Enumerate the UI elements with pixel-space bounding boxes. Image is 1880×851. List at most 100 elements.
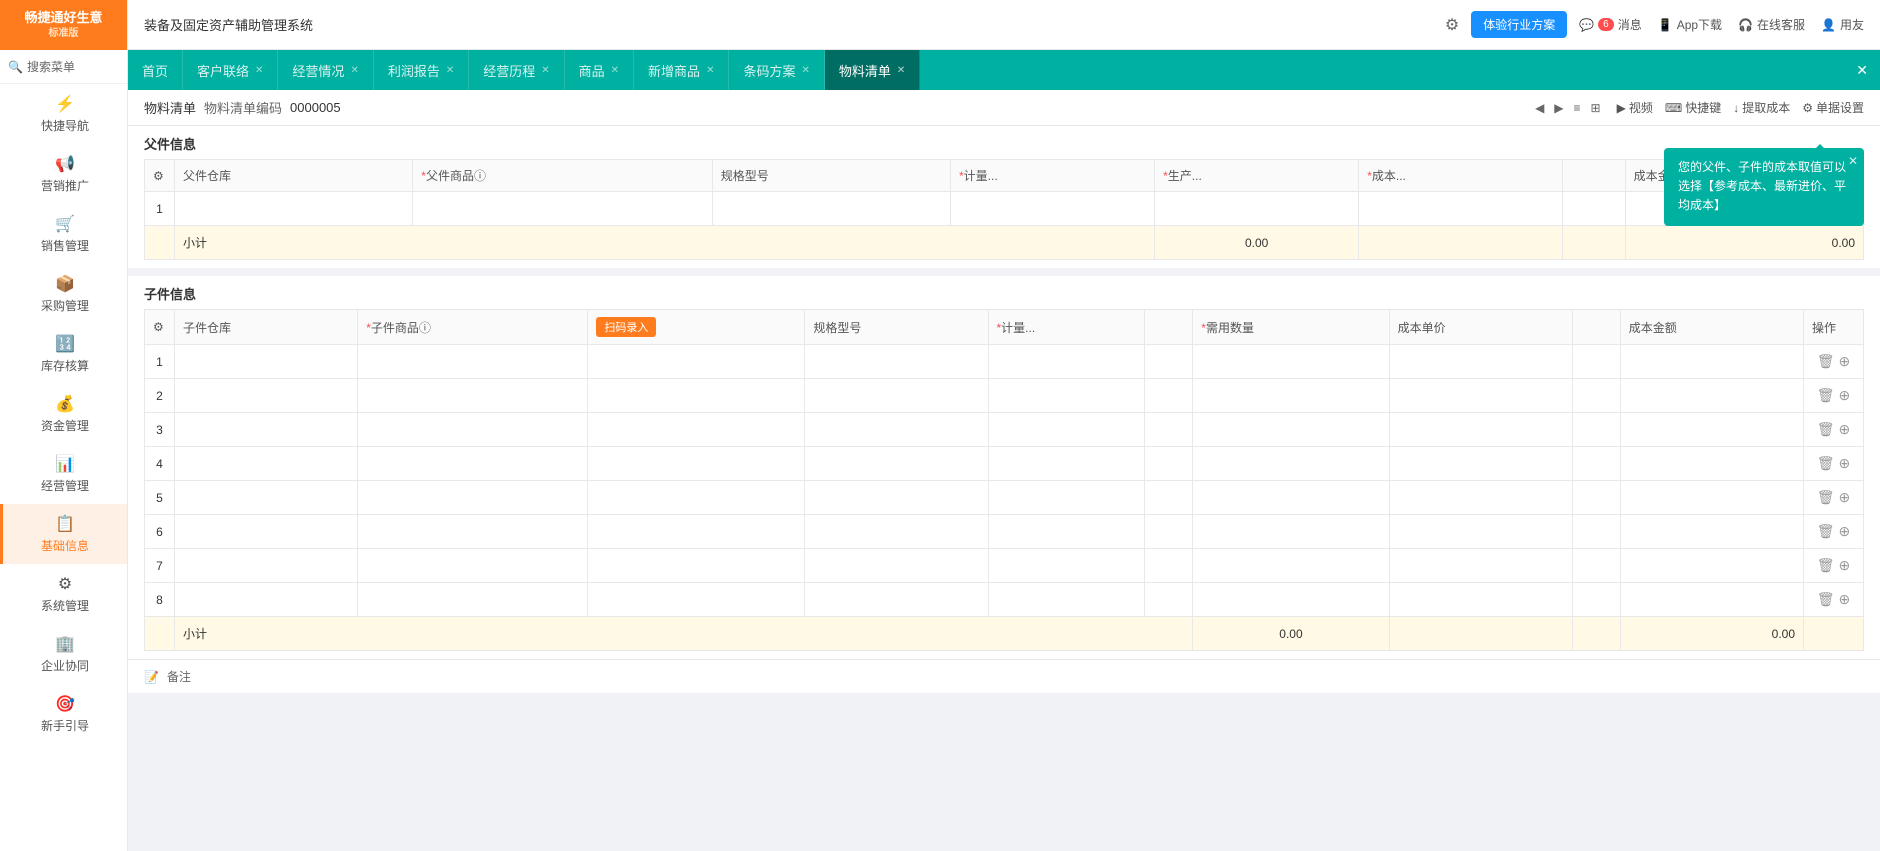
nav-tab-bom[interactable]: 物料清单✕ — [825, 50, 920, 90]
child-row-4-warehouse[interactable] — [175, 447, 358, 481]
parent-col-settings[interactable]: ⚙ — [145, 160, 175, 192]
tab-close-bom[interactable]: ✕ — [897, 65, 905, 76]
child-row-5-goods[interactable] — [358, 481, 588, 515]
sidebar-item-basic-info[interactable]: 📋基础信息 — [0, 504, 127, 564]
sidebar-search[interactable]: 🔍 搜索菜单 — [0, 50, 127, 84]
online-service-button[interactable]: 🎧 在线客服 — [1738, 16, 1805, 33]
parent-row-1-warehouse[interactable] — [175, 192, 413, 226]
child-row-4-unit[interactable] — [988, 447, 1145, 481]
child-row-3-goods[interactable] — [358, 413, 588, 447]
nav-tab-home[interactable]: 首页 — [128, 50, 183, 90]
view-button[interactable]: ▶ 视频 — [1617, 99, 1653, 116]
child-row-2-warehouse[interactable] — [175, 379, 358, 413]
copy-icon-4[interactable]: ⊕ — [1839, 455, 1851, 472]
child-col-settings[interactable]: ⚙ — [145, 310, 175, 345]
sidebar-item-quick-nav[interactable]: ⚡快捷导航 — [0, 84, 127, 144]
nav-tab-customer[interactable]: 客户联络✕ — [183, 50, 278, 90]
child-row-2-goods[interactable] — [358, 379, 588, 413]
child-row-3-unit[interactable] — [988, 413, 1145, 447]
delete-icon-6[interactable]: 🗑 — [1817, 523, 1835, 540]
child-row-8-goods[interactable] — [358, 583, 588, 617]
nav-tab-profit-report[interactable]: 利润报告✕ — [374, 50, 469, 90]
child-row-3-spec[interactable] — [805, 413, 988, 447]
delete-icon-7[interactable]: 🗑 — [1817, 557, 1835, 574]
child-row-8-spec[interactable] — [805, 583, 988, 617]
child-row-1-warehouse[interactable] — [175, 345, 358, 379]
nav-tab-goods[interactable]: 商品✕ — [565, 50, 634, 90]
sidebar-item-newbie[interactable]: 🎯新手引导 — [0, 684, 127, 744]
tooltip-close-button[interactable]: ✕ — [1848, 152, 1858, 171]
tab-close-barcode[interactable]: ✕ — [801, 65, 809, 76]
child-row-4-goods[interactable] — [358, 447, 588, 481]
child-row-6-warehouse[interactable] — [175, 515, 358, 549]
copy-icon-6[interactable]: ⊕ — [1839, 523, 1851, 540]
child-row-1-unit[interactable] — [988, 345, 1145, 379]
delete-icon-8[interactable]: 🗑 — [1817, 591, 1835, 608]
child-row-8-qty[interactable] — [1193, 583, 1389, 617]
child-row-1-qty[interactable] — [1193, 345, 1389, 379]
parent-row-1-cost[interactable] — [1359, 192, 1563, 226]
delete-icon-2[interactable]: 🗑 — [1817, 387, 1835, 404]
expand-icon[interactable]: ⊞ — [1587, 99, 1605, 117]
copy-icon-8[interactable]: ⊕ — [1839, 591, 1851, 608]
child-row-6-qty[interactable] — [1193, 515, 1389, 549]
child-row-4-unit-cost[interactable] — [1389, 447, 1572, 481]
child-row-7-unit[interactable] — [988, 549, 1145, 583]
child-row-4-spec[interactable] — [805, 447, 988, 481]
child-row-5-warehouse[interactable] — [175, 481, 358, 515]
parent-row-1-unit[interactable] — [951, 192, 1155, 226]
child-row-6-unit-cost[interactable] — [1389, 515, 1572, 549]
user-button[interactable]: 👤 用友 — [1821, 16, 1864, 33]
child-row-2-spec[interactable] — [805, 379, 988, 413]
tab-close-operation-history[interactable]: ✕ — [541, 65, 549, 76]
nav-tab-new-goods[interactable]: 新增商品✕ — [634, 50, 729, 90]
child-row-5-qty[interactable] — [1193, 481, 1389, 515]
child-row-7-qty[interactable] — [1193, 549, 1389, 583]
child-row-1-goods[interactable] — [358, 345, 588, 379]
message-button[interactable]: 💬 6 消息 — [1579, 16, 1642, 33]
grid-icon[interactable]: ≡ — [1570, 99, 1585, 117]
child-col-scan[interactable]: 扫码录入 — [588, 310, 805, 345]
child-row-7-goods[interactable] — [358, 549, 588, 583]
shortcut-button[interactable]: ⌨ 快捷键 — [1665, 99, 1721, 116]
copy-icon-7[interactable]: ⊕ — [1839, 557, 1851, 574]
child-row-5-unit[interactable] — [988, 481, 1145, 515]
copy-icon-3[interactable]: ⊕ — [1839, 421, 1851, 438]
child-row-1-spec[interactable] — [805, 345, 988, 379]
nav-tab-operation-status[interactable]: 经营情况✕ — [278, 50, 373, 90]
child-row-4-qty[interactable] — [1193, 447, 1389, 481]
child-row-8-warehouse[interactable] — [175, 583, 358, 617]
copy-icon-1[interactable]: ⊕ — [1839, 353, 1851, 370]
settings-icon[interactable]: ⚙ — [1445, 15, 1459, 35]
tab-close-customer[interactable]: ✕ — [255, 65, 263, 76]
parent-row-1-goods[interactable] — [413, 192, 712, 226]
child-row-8-unit-cost[interactable] — [1389, 583, 1572, 617]
child-row-2-unit-cost[interactable] — [1389, 379, 1572, 413]
nav-tab-barcode[interactable]: 条码方案✕ — [729, 50, 824, 90]
child-row-5-unit-cost[interactable] — [1389, 481, 1572, 515]
child-row-3-warehouse[interactable] — [175, 413, 358, 447]
copy-icon-5[interactable]: ⊕ — [1839, 489, 1851, 506]
child-row-6-unit[interactable] — [988, 515, 1145, 549]
delete-icon-1[interactable]: 🗑 — [1817, 353, 1835, 370]
child-row-1-unit-cost[interactable] — [1389, 345, 1572, 379]
scan-button[interactable]: 扫码录入 — [596, 317, 656, 337]
parent-row-1-spec[interactable] — [712, 192, 950, 226]
child-row-2-unit[interactable] — [988, 379, 1145, 413]
sidebar-item-marketing[interactable]: 📢营销推广 — [0, 144, 127, 204]
sidebar-item-inventory[interactable]: 🔢库存核算 — [0, 324, 127, 384]
child-row-3-qty[interactable] — [1193, 413, 1389, 447]
app-download-button[interactable]: 📱 App下载 — [1658, 16, 1722, 33]
global-close-button[interactable]: ✕ — [1844, 62, 1880, 79]
delete-icon-5[interactable]: 🗑 — [1817, 489, 1835, 506]
extract-cost-button[interactable]: ↓ 提取成本 — [1733, 99, 1790, 116]
sidebar-item-sales[interactable]: 🛒销售管理 — [0, 204, 127, 264]
sidebar-item-enterprise[interactable]: 🏢企业协同 — [0, 624, 127, 684]
sidebar-item-purchase[interactable]: 📦采购管理 — [0, 264, 127, 324]
tab-close-new-goods[interactable]: ✕ — [706, 65, 714, 76]
child-row-5-spec[interactable] — [805, 481, 988, 515]
child-row-6-spec[interactable] — [805, 515, 988, 549]
delete-icon-3[interactable]: 🗑 — [1817, 421, 1835, 438]
parent-row-1-produce[interactable] — [1155, 192, 1359, 226]
child-row-3-unit-cost[interactable] — [1389, 413, 1572, 447]
